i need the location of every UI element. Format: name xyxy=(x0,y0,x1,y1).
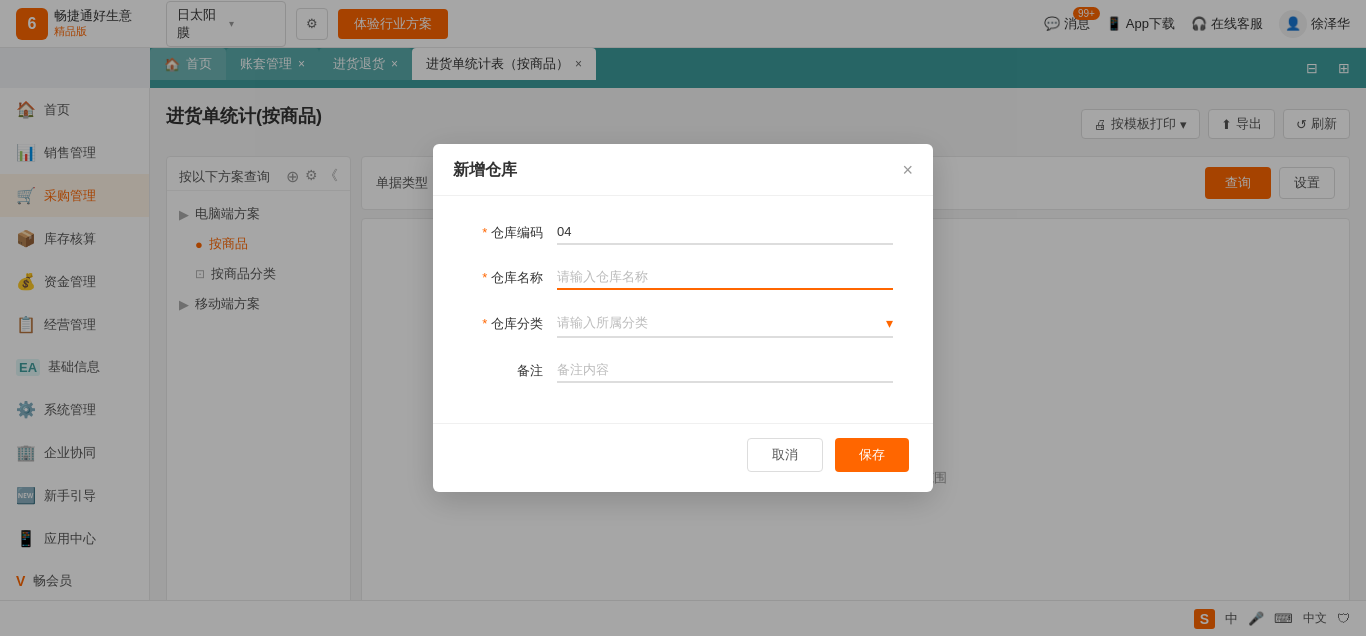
warehouse-code-input[interactable] xyxy=(557,220,893,245)
new-warehouse-dialog: 新增仓库 × 仓库编码 仓库名称 仓库分类 请输入所属分类 ▾ 备注 取消 保存 xyxy=(433,144,933,492)
warehouse-code-row: 仓库编码 xyxy=(473,220,893,245)
remark-input[interactable] xyxy=(557,358,893,383)
code-label: 仓库编码 xyxy=(473,224,543,242)
dialog-body: 仓库编码 仓库名称 仓库分类 请输入所属分类 ▾ 备注 xyxy=(433,196,933,415)
category-arrow-icon: ▾ xyxy=(886,315,893,331)
category-label: 仓库分类 xyxy=(473,315,543,333)
warehouse-category-select[interactable]: 请输入所属分类 ▾ xyxy=(557,310,893,338)
dialog-header: 新增仓库 × xyxy=(433,144,933,196)
warehouse-category-row: 仓库分类 请输入所属分类 ▾ xyxy=(473,310,893,338)
warehouse-name-row: 仓库名称 xyxy=(473,265,893,290)
dialog-footer: 取消 保存 xyxy=(433,423,933,492)
dialog-title: 新增仓库 xyxy=(453,160,517,181)
remark-row: 备注 xyxy=(473,358,893,383)
dialog-close-button[interactable]: × xyxy=(902,160,913,181)
category-placeholder: 请输入所属分类 xyxy=(557,314,648,332)
warehouse-name-input[interactable] xyxy=(557,265,893,290)
remark-label: 备注 xyxy=(473,362,543,380)
name-label: 仓库名称 xyxy=(473,269,543,287)
cancel-button[interactable]: 取消 xyxy=(747,438,823,472)
save-button[interactable]: 保存 xyxy=(835,438,909,472)
